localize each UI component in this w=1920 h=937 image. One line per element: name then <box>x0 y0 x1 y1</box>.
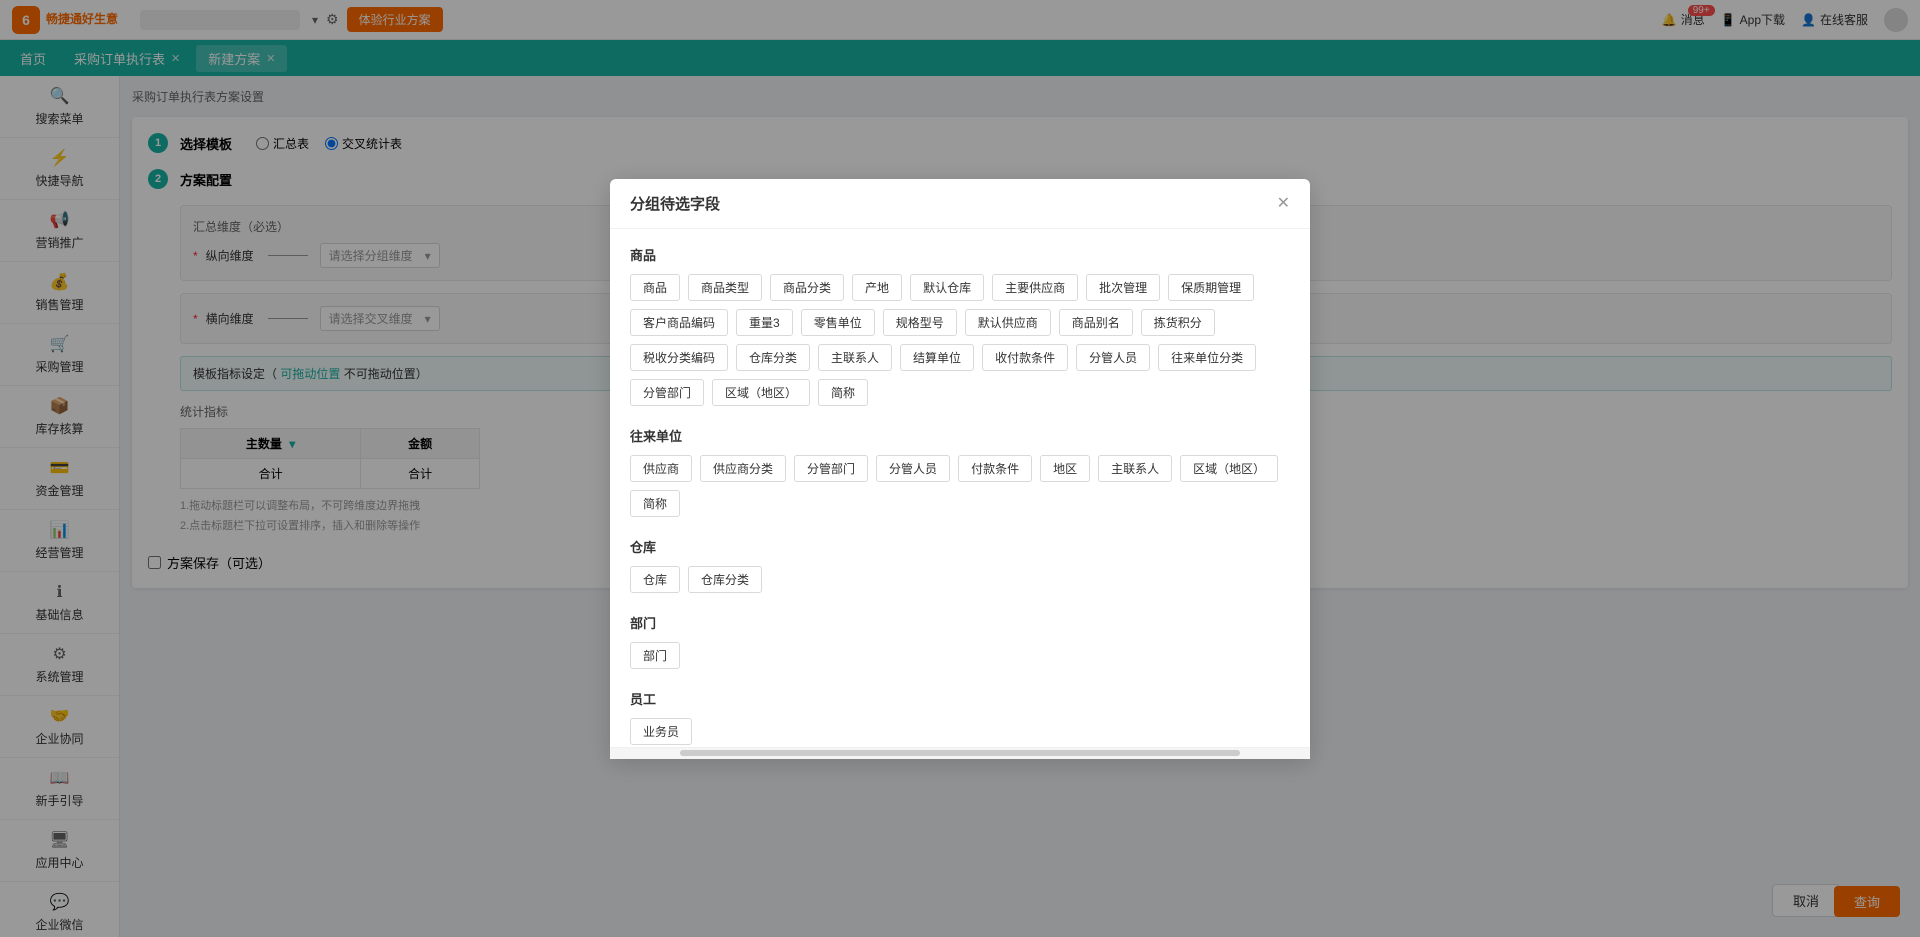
field-tag[interactable]: 供应商 <box>630 455 692 482</box>
field-tag[interactable]: 拣货积分 <box>1141 309 1215 336</box>
field-tag[interactable]: 区域（地区） <box>712 379 810 406</box>
warehouse-section-title: 仓库 <box>630 537 1290 556</box>
staff-section-title: 员工 <box>630 689 1290 708</box>
field-tag[interactable]: 分管人员 <box>1076 344 1150 371</box>
partner-section-title: 往来单位 <box>630 426 1290 445</box>
field-tag[interactable]: 仓库 <box>630 566 680 593</box>
modal-section-goods: 商品 商品 商品类型 商品分类 产地 默认仓库 主要供应商 批次管理 保质期管理… <box>630 245 1290 406</box>
field-tag[interactable]: 税收分类编码 <box>630 344 728 371</box>
field-tag[interactable]: 零售单位 <box>801 309 875 336</box>
field-tag[interactable]: 往来单位分类 <box>1158 344 1256 371</box>
modal-hscrollbar-thumb <box>680 750 1240 756</box>
field-tag[interactable]: 分管部门 <box>630 379 704 406</box>
modal-header: 分组待选字段 ✕ <box>610 179 1310 229</box>
modal-section-staff: 员工 业务员 <box>630 689 1290 745</box>
field-tag[interactable]: 商品类型 <box>688 274 762 301</box>
field-tag[interactable]: 分管人员 <box>876 455 950 482</box>
modal-title: 分组待选字段 <box>630 193 720 214</box>
modal-close-btn[interactable]: ✕ <box>1277 193 1290 213</box>
field-tag[interactable]: 商品分类 <box>770 274 844 301</box>
field-tag[interactable]: 区域（地区） <box>1180 455 1278 482</box>
field-tag[interactable]: 付款条件 <box>958 455 1032 482</box>
field-tag[interactable]: 规格型号 <box>883 309 957 336</box>
partner-field-grid: 供应商 供应商分类 分管部门 分管人员 付款条件 地区 主联系人 区域（地区） … <box>630 455 1290 517</box>
modal-section-dept: 部门 部门 <box>630 613 1290 669</box>
field-select-modal: 分组待选字段 ✕ 商品 商品 商品类型 商品分类 产地 默认仓库 主要供应商 批… <box>610 179 1310 759</box>
field-tag[interactable]: 默认供应商 <box>965 309 1051 336</box>
field-tag[interactable]: 产地 <box>852 274 902 301</box>
field-tag[interactable]: 分管部门 <box>794 455 868 482</box>
field-tag[interactable]: 商品别名 <box>1059 309 1133 336</box>
field-tag[interactable]: 默认仓库 <box>910 274 984 301</box>
field-tag[interactable]: 仓库分类 <box>736 344 810 371</box>
dept-field-grid: 部门 <box>630 642 1290 669</box>
goods-section-title: 商品 <box>630 245 1290 264</box>
modal-overlay: 分组待选字段 ✕ 商品 商品 商品类型 商品分类 产地 默认仓库 主要供应商 批… <box>0 0 1920 937</box>
modal-body: 商品 商品 商品类型 商品分类 产地 默认仓库 主要供应商 批次管理 保质期管理… <box>610 229 1310 747</box>
field-tag[interactable]: 仓库分类 <box>688 566 762 593</box>
field-tag[interactable]: 保质期管理 <box>1168 274 1254 301</box>
field-tag[interactable]: 收付款条件 <box>982 344 1068 371</box>
field-tag[interactable]: 简称 <box>818 379 868 406</box>
field-tag[interactable]: 主要供应商 <box>992 274 1078 301</box>
field-tag[interactable]: 简称 <box>630 490 680 517</box>
field-tag[interactable]: 客户商品编码 <box>630 309 728 336</box>
field-tag[interactable]: 部门 <box>630 642 680 669</box>
field-tag[interactable]: 批次管理 <box>1086 274 1160 301</box>
field-tag[interactable]: 地区 <box>1040 455 1090 482</box>
modal-hscrollbar[interactable] <box>610 747 1310 759</box>
field-tag[interactable]: 重量3 <box>736 309 793 336</box>
goods-field-grid: 商品 商品类型 商品分类 产地 默认仓库 主要供应商 批次管理 保质期管理 客户… <box>630 274 1290 406</box>
field-tag[interactable]: 商品 <box>630 274 680 301</box>
field-tag[interactable]: 供应商分类 <box>700 455 786 482</box>
staff-field-grid: 业务员 <box>630 718 1290 745</box>
field-tag[interactable]: 主联系人 <box>818 344 892 371</box>
modal-section-partner: 往来单位 供应商 供应商分类 分管部门 分管人员 付款条件 地区 主联系人 区域… <box>630 426 1290 517</box>
warehouse-field-grid: 仓库 仓库分类 <box>630 566 1290 593</box>
field-tag[interactable]: 主联系人 <box>1098 455 1172 482</box>
field-tag[interactable]: 业务员 <box>630 718 692 745</box>
modal-section-warehouse: 仓库 仓库 仓库分类 <box>630 537 1290 593</box>
dept-section-title: 部门 <box>630 613 1290 632</box>
field-tag[interactable]: 结算单位 <box>900 344 974 371</box>
